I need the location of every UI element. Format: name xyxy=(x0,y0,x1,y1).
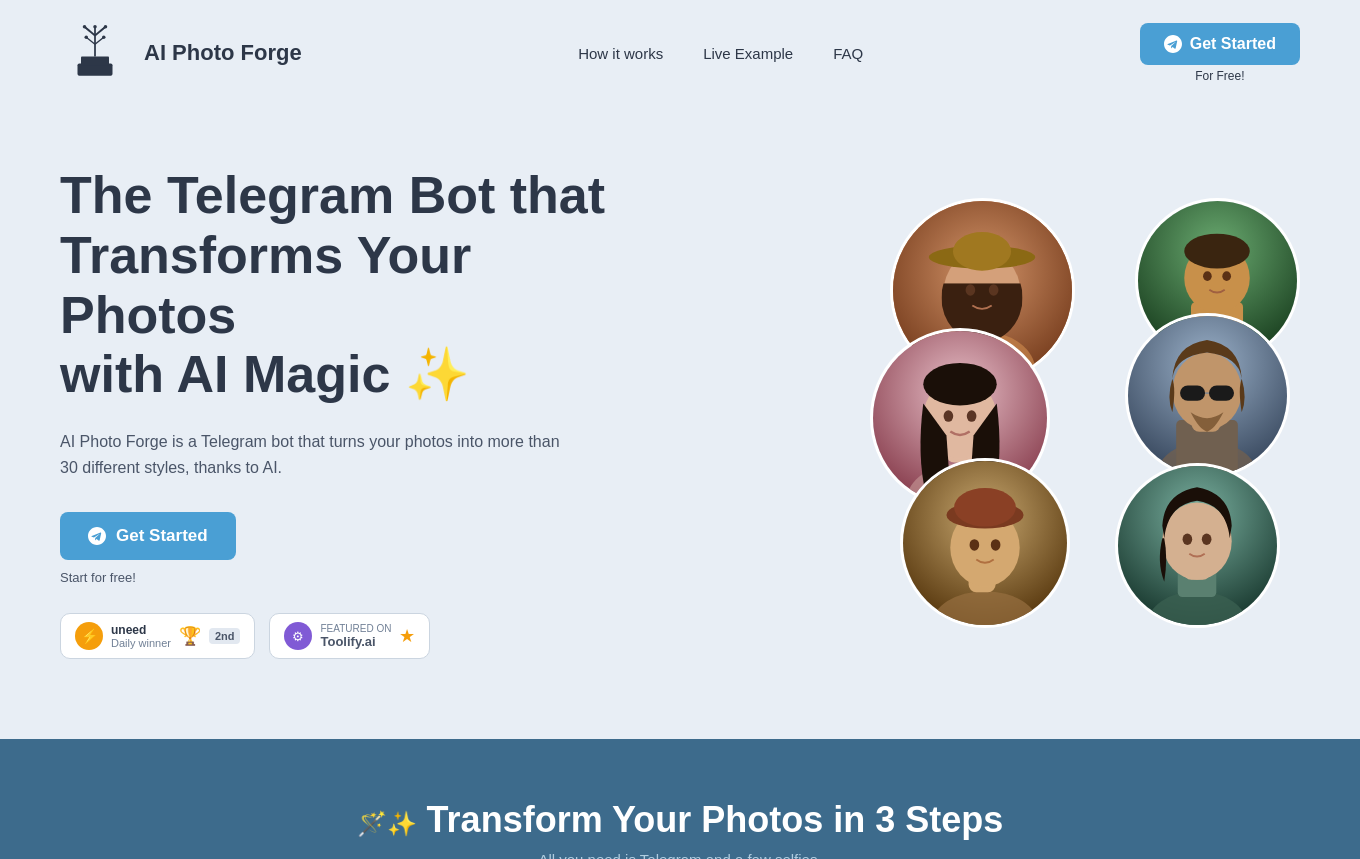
svg-point-60 xyxy=(1183,533,1193,545)
photo-svg-4 xyxy=(1128,316,1287,475)
svg-point-59 xyxy=(1162,502,1231,579)
telegram-icon xyxy=(1164,35,1182,53)
nav-faq[interactable]: FAQ xyxy=(833,45,863,62)
logo-text: AI Photo Forge xyxy=(144,40,302,66)
uneed-name: uneed xyxy=(111,623,171,637)
svg-point-53 xyxy=(970,539,980,551)
svg-point-37 xyxy=(944,410,954,422)
hero-left: The Telegram Bot that Transforms Your Ph… xyxy=(60,166,660,659)
svg-rect-0 xyxy=(78,64,113,76)
header-cta: Get Started For Free! xyxy=(1140,23,1300,83)
start-free-label: Start for free! xyxy=(60,570,660,585)
svg-point-61 xyxy=(1202,533,1212,545)
logo-area: AI Photo Forge xyxy=(60,18,302,88)
steps-section: 🪄✨ Transform Your Photos in 3 Steps All … xyxy=(0,739,1360,859)
wand-icon: 🪄✨ xyxy=(357,810,417,837)
svg-point-23 xyxy=(989,284,999,296)
svg-point-54 xyxy=(991,539,1001,551)
photo-woman-beret xyxy=(900,458,1070,628)
steps-subtitle: All you need is Telegram and a few selfi… xyxy=(60,851,1300,859)
uneed-badge[interactable]: ⚡ uneed Daily winner 🏆 2nd xyxy=(60,613,255,659)
svg-rect-45 xyxy=(1209,385,1234,400)
hero-telegram-icon xyxy=(88,527,106,545)
toolify-icon: ⚙ xyxy=(284,622,312,650)
photo-svg-6 xyxy=(1118,466,1277,625)
hero-title: The Telegram Bot that Transforms Your Ph… xyxy=(60,166,660,405)
header-for-free-label: For Free! xyxy=(1195,69,1244,83)
lightning-icon: ⚡ xyxy=(75,622,103,650)
toolify-badge[interactable]: ⚙ FEATURED ON Toolify.ai ★ xyxy=(269,613,430,659)
badge-rank: 2nd xyxy=(209,628,241,644)
svg-point-10 xyxy=(83,25,87,29)
steps-title-text: Transform Your Photos in 3 Steps xyxy=(427,799,1004,840)
svg-point-36 xyxy=(923,363,996,406)
toolify-name: Toolify.ai xyxy=(320,634,391,649)
main-nav: How it works Live Example FAQ xyxy=(578,45,863,62)
hero-title-line1: The Telegram Bot that xyxy=(60,166,605,224)
svg-point-52 xyxy=(954,488,1016,527)
photo-man-sunglasses xyxy=(1125,313,1290,478)
hero-photo-collage xyxy=(870,198,1300,628)
toolify-label: FEATURED ON xyxy=(320,623,391,634)
svg-point-29 xyxy=(1184,233,1250,268)
hero-cta-label: Get Started xyxy=(116,526,208,546)
svg-point-38 xyxy=(967,410,977,422)
svg-rect-44 xyxy=(1180,385,1205,400)
svg-point-31 xyxy=(1222,271,1231,281)
star-icon: ★ xyxy=(399,625,415,647)
steps-header: 🪄✨ Transform Your Photos in 3 Steps All … xyxy=(60,799,1300,859)
hero-title-line2: Transforms Your Photos xyxy=(60,226,471,344)
svg-point-13 xyxy=(102,36,106,40)
nav-live-example[interactable]: Live Example xyxy=(703,45,793,62)
uneed-badge-content: ⚡ uneed Daily winner 🏆 2nd xyxy=(75,622,240,650)
toolify-text: FEATURED ON Toolify.ai xyxy=(320,623,391,649)
svg-point-22 xyxy=(966,284,976,296)
svg-point-11 xyxy=(104,25,108,29)
svg-point-12 xyxy=(85,36,89,40)
svg-point-19 xyxy=(953,232,1011,271)
svg-point-9 xyxy=(93,25,97,29)
hero-title-line3: with AI Magic ✨ xyxy=(60,345,470,403)
svg-rect-1 xyxy=(81,57,109,66)
hero-description: AI Photo Forge is a Telegram bot that tu… xyxy=(60,429,580,480)
hero-section: The Telegram Bot that Transforms Your Ph… xyxy=(0,106,1360,739)
uneed-sub: Daily winner xyxy=(111,637,171,649)
header: AI Photo Forge How it works Live Example… xyxy=(0,0,1360,106)
toolify-badge-content: ⚙ FEATURED ON Toolify.ai ★ xyxy=(284,622,415,650)
photo-woman-dark-bg xyxy=(1115,463,1280,628)
logo-icon xyxy=(60,18,130,88)
badges-area: ⚡ uneed Daily winner 🏆 2nd ⚙ FEATURED ON… xyxy=(60,613,660,659)
hero-get-started-button[interactable]: Get Started xyxy=(60,512,236,560)
header-cta-label: Get Started xyxy=(1190,35,1276,53)
nav-how-it-works[interactable]: How it works xyxy=(578,45,663,62)
steps-title: 🪄✨ Transform Your Photos in 3 Steps xyxy=(60,799,1300,841)
svg-point-30 xyxy=(1203,271,1212,281)
sparkle-emoji: ✨ xyxy=(405,345,470,403)
trophy-icon: 🏆 xyxy=(179,625,201,647)
header-get-started-button[interactable]: Get Started xyxy=(1140,23,1300,65)
uneed-text: uneed Daily winner xyxy=(111,623,171,649)
photo-svg-5 xyxy=(903,461,1067,625)
